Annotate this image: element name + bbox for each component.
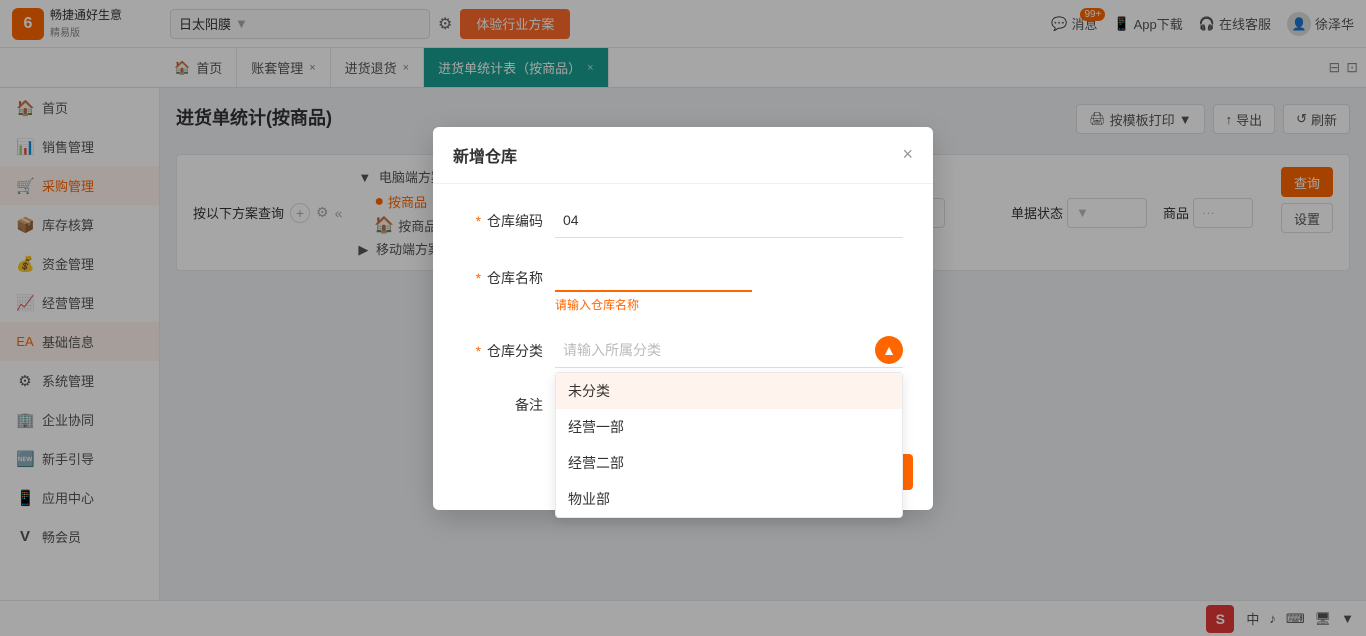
category-dropdown-wrap: ▲ 未分类 经营一部 经营二部 物业部: [555, 334, 903, 368]
modal-title: 新增仓库: [453, 143, 517, 167]
warehouse-name-error: 请输入仓库名称: [555, 298, 639, 312]
warehouse-code-input[interactable]: [555, 204, 903, 238]
remarks-label: 备注: [463, 388, 543, 415]
option-uncategorized[interactable]: 未分类: [556, 373, 902, 409]
warehouse-name-input[interactable]: [555, 258, 752, 292]
warehouse-name-label: * 仓库名称: [463, 261, 543, 288]
warehouse-code-row: * 仓库编码: [463, 204, 903, 238]
option-dept2[interactable]: 经营二部: [556, 445, 902, 481]
warehouse-name-row: * 仓库名称 请输入仓库名称: [463, 258, 903, 314]
category-input[interactable]: [555, 342, 875, 358]
option-property[interactable]: 物业部: [556, 481, 902, 517]
warehouse-category-label: * 仓库分类: [463, 334, 543, 361]
required-mark: *: [476, 213, 481, 229]
new-warehouse-modal: 新增仓库 × * 仓库编码 * 仓库名称: [433, 127, 933, 510]
warehouse-code-label: * 仓库编码: [463, 204, 543, 231]
modal-header: 新增仓库 ×: [433, 127, 933, 184]
modal-body: * 仓库编码 * 仓库名称 请输入仓库名称: [433, 184, 933, 442]
category-dropdown-list: 未分类 经营一部 经营二部 物业部: [555, 372, 903, 518]
modal-close-button[interactable]: ×: [902, 144, 913, 165]
dropdown-toggle-button[interactable]: ▲: [875, 336, 903, 364]
chevron-up-icon: ▲: [882, 342, 896, 358]
warehouse-category-row: * 仓库分类 ▲ 未分类 经营一部 经营二部 物业部: [463, 334, 903, 368]
option-dept1[interactable]: 经营一部: [556, 409, 902, 445]
modal-overlay: 新增仓库 × * 仓库编码 * 仓库名称: [0, 0, 1366, 636]
